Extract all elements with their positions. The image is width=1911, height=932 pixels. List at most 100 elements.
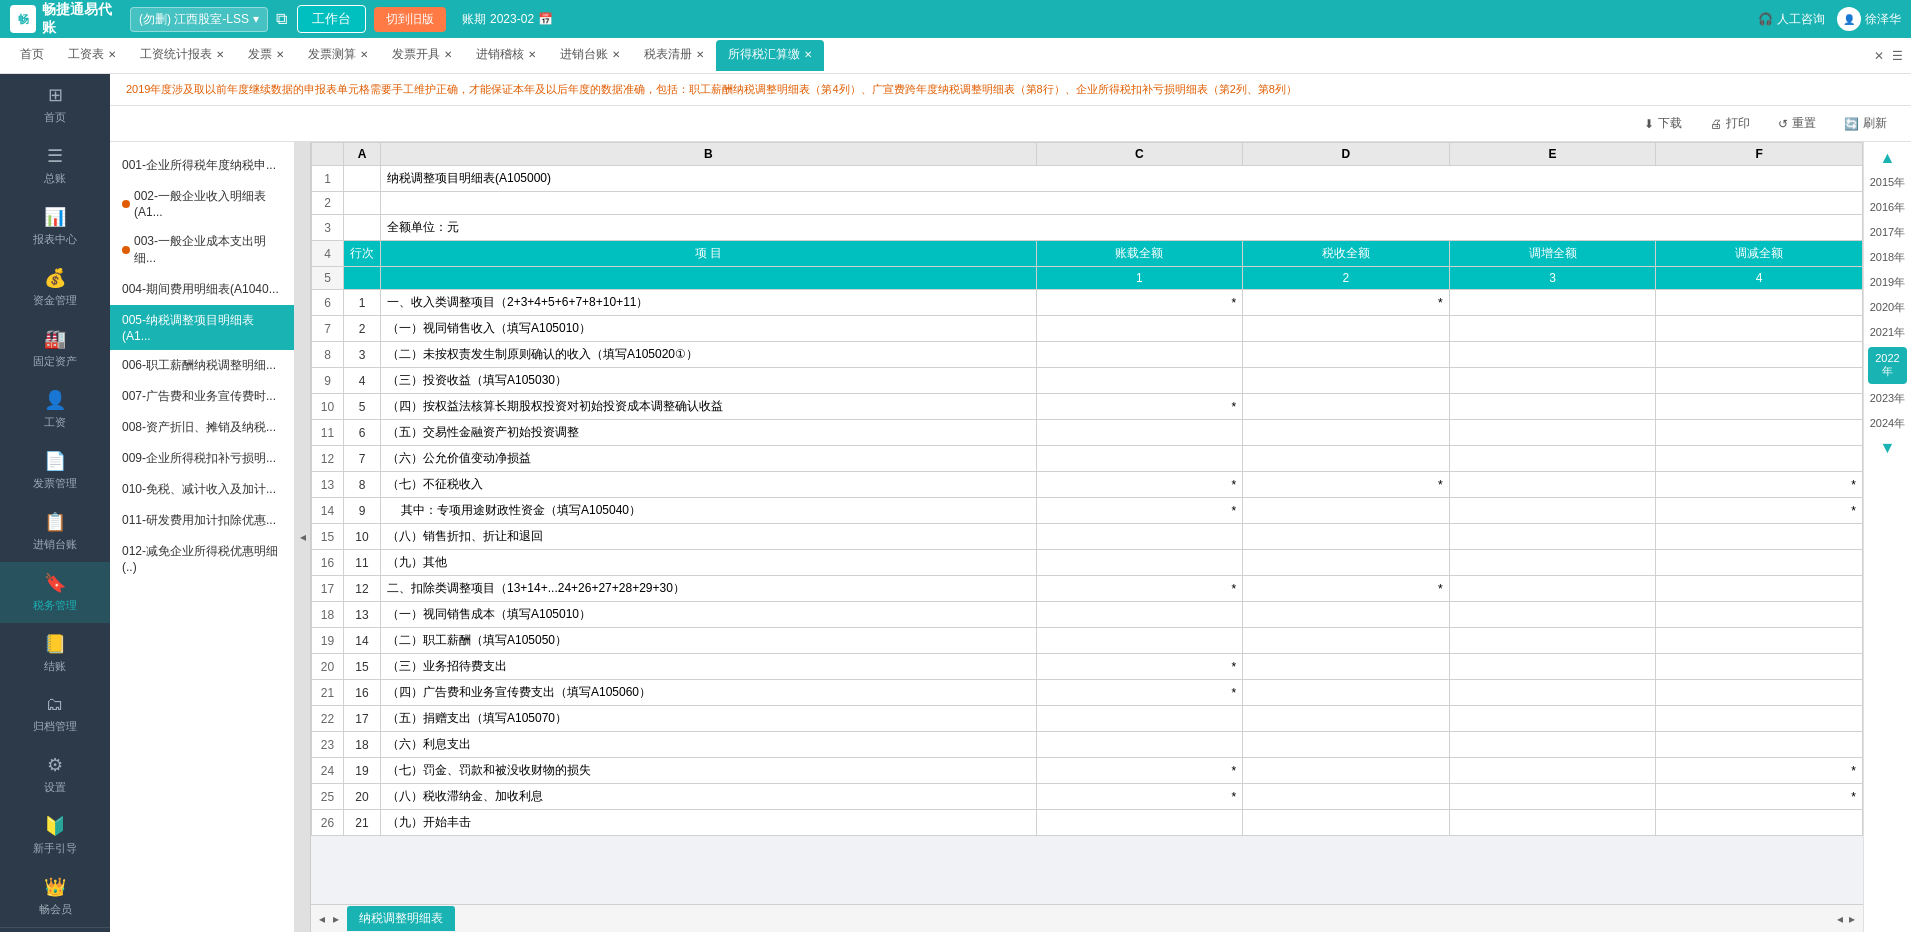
cell-f24[interactable]: * bbox=[1656, 758, 1863, 784]
cell-a14[interactable]: 9 bbox=[344, 498, 381, 524]
cell-d13[interactable]: * bbox=[1243, 472, 1450, 498]
cell-d8[interactable] bbox=[1243, 342, 1450, 368]
cell-c7[interactable] bbox=[1036, 316, 1243, 342]
company-select[interactable]: (勿删) 江西股室-LSS ▾ bbox=[130, 7, 268, 32]
nav-item-006[interactable]: 006-职工薪酬纳税调整明细... bbox=[110, 350, 294, 381]
cell-d19[interactable] bbox=[1243, 628, 1450, 654]
cell-b23[interactable]: （六）利息支出 bbox=[381, 732, 1037, 758]
nav-item-001[interactable]: 001-企业所得税年度纳税申... bbox=[110, 150, 294, 181]
cell-a19[interactable]: 14 bbox=[344, 628, 381, 654]
cell-e14[interactable] bbox=[1449, 498, 1656, 524]
cell-c25[interactable]: * bbox=[1036, 784, 1243, 810]
cell-a26[interactable]: 21 bbox=[344, 810, 381, 836]
switch-old-button[interactable]: 切到旧版 bbox=[374, 7, 446, 32]
tab-ledger[interactable]: 进销台账 ✕ bbox=[548, 40, 632, 71]
cell-d7[interactable] bbox=[1243, 316, 1450, 342]
tab-payroll-close[interactable]: ✕ bbox=[108, 49, 116, 60]
tab-payroll-report[interactable]: 工资统计报表 ✕ bbox=[128, 40, 236, 71]
sidebar-item-reports[interactable]: 📊 报表中心 bbox=[0, 196, 110, 257]
cell-c22[interactable] bbox=[1036, 706, 1243, 732]
cell-f23[interactable] bbox=[1656, 732, 1863, 758]
nav-item-010[interactable]: 010-免税、减计收入及加计... bbox=[110, 474, 294, 505]
tab-invoice[interactable]: 发票 ✕ bbox=[236, 40, 296, 71]
cell-d21[interactable] bbox=[1243, 680, 1450, 706]
cell-d11[interactable] bbox=[1243, 420, 1450, 446]
year-2023[interactable]: 2023年 bbox=[1864, 386, 1911, 411]
cell-f17[interactable] bbox=[1656, 576, 1863, 602]
cell-b8[interactable]: （二）未按权责发生制原则确认的收入（填写A105020①） bbox=[381, 342, 1037, 368]
sidebar-item-vip[interactable]: 👑 畅会员 bbox=[0, 866, 110, 927]
cell-c12[interactable] bbox=[1036, 446, 1243, 472]
sheet-scroll-left[interactable]: ◂ bbox=[1837, 912, 1843, 926]
cell-f20[interactable] bbox=[1656, 654, 1863, 680]
cell-d9[interactable] bbox=[1243, 368, 1450, 394]
cell-c13[interactable]: * bbox=[1036, 472, 1243, 498]
sheet-content[interactable]: A B C D E F 1 bbox=[311, 142, 1863, 904]
cell-f22[interactable] bbox=[1656, 706, 1863, 732]
sidebar-item-home[interactable]: ⊞ 首页 bbox=[0, 74, 110, 135]
cell-f19[interactable] bbox=[1656, 628, 1863, 654]
cell-e7[interactable] bbox=[1449, 316, 1656, 342]
user-area[interactable]: 👤 徐泽华 bbox=[1837, 7, 1901, 31]
nav-item-004[interactable]: 004-期间费用明细表(A1040... bbox=[110, 274, 294, 305]
tab-audit-close[interactable]: ✕ bbox=[528, 49, 536, 60]
cell-f12[interactable] bbox=[1656, 446, 1863, 472]
cell-e20[interactable] bbox=[1449, 654, 1656, 680]
cell-d22[interactable] bbox=[1243, 706, 1450, 732]
sidebar-item-tax[interactable]: 🔖 税务管理 bbox=[0, 562, 110, 623]
cell-e6[interactable] bbox=[1449, 290, 1656, 316]
year-2016[interactable]: 2016年 bbox=[1864, 195, 1911, 220]
year-2024[interactable]: 2024年 bbox=[1864, 411, 1911, 436]
prev-sheet-icon[interactable]: ◂ bbox=[319, 912, 325, 926]
cell-b21[interactable]: （四）广告费和业务宣传费支出（填写A105060） bbox=[381, 680, 1037, 706]
cell-b16[interactable]: （九）其他 bbox=[381, 550, 1037, 576]
cell-d25[interactable] bbox=[1243, 784, 1450, 810]
cell-f14[interactable]: * bbox=[1656, 498, 1863, 524]
cell-c19[interactable] bbox=[1036, 628, 1243, 654]
nav-item-005[interactable]: 005-纳税调整项目明细表(A1... bbox=[110, 305, 294, 350]
cell-a16[interactable]: 11 bbox=[344, 550, 381, 576]
tab-income-tax[interactable]: 所得税汇算缴 ✕ bbox=[716, 40, 824, 71]
nav-item-012[interactable]: 012-减免企业所得税优惠明细(..) bbox=[110, 536, 294, 581]
cell-b10[interactable]: （四）按权益法核算长期股权投资对初始投资成本调整确认收益 bbox=[381, 394, 1037, 420]
cell-d16[interactable] bbox=[1243, 550, 1450, 576]
cell-a2[interactable] bbox=[344, 192, 381, 215]
cell-a24[interactable]: 19 bbox=[344, 758, 381, 784]
tab-payroll[interactable]: 工资表 ✕ bbox=[56, 40, 128, 71]
sidebar-item-ledger[interactable]: ☰ 总账 bbox=[0, 135, 110, 196]
unpin-button[interactable]: ◂◂ 取消固定 bbox=[0, 927, 110, 932]
cell-f10[interactable] bbox=[1656, 394, 1863, 420]
cell-e17[interactable] bbox=[1449, 576, 1656, 602]
service-link[interactable]: 🎧 人工咨询 bbox=[1758, 11, 1825, 28]
cell-e18[interactable] bbox=[1449, 602, 1656, 628]
cell-b19[interactable]: （二）职工薪酬（填写A105050） bbox=[381, 628, 1037, 654]
cell-f6[interactable] bbox=[1656, 290, 1863, 316]
cell-f15[interactable] bbox=[1656, 524, 1863, 550]
cell-e21[interactable] bbox=[1449, 680, 1656, 706]
sheet-tab-tax-adjust[interactable]: 纳税调整明细表 bbox=[347, 906, 455, 931]
cell-e24[interactable] bbox=[1449, 758, 1656, 784]
cell-a20[interactable]: 15 bbox=[344, 654, 381, 680]
cell-e9[interactable] bbox=[1449, 368, 1656, 394]
tab-payroll-report-close[interactable]: ✕ bbox=[216, 49, 224, 60]
cell-f8[interactable] bbox=[1656, 342, 1863, 368]
cell-a1[interactable] bbox=[344, 166, 381, 192]
cell-e23[interactable] bbox=[1449, 732, 1656, 758]
tab-close-all-icon[interactable]: ✕ bbox=[1874, 49, 1884, 63]
cell-d6[interactable]: * bbox=[1243, 290, 1450, 316]
cell-a10[interactable]: 5 bbox=[344, 394, 381, 420]
cell-e19[interactable] bbox=[1449, 628, 1656, 654]
cell-b9[interactable]: （三）投资收益（填写A105030） bbox=[381, 368, 1037, 394]
tab-invoice-calc[interactable]: 发票测算 ✕ bbox=[296, 40, 380, 71]
sidebar-item-archive[interactable]: 🗂 归档管理 bbox=[0, 684, 110, 744]
cell-b26[interactable]: （九）开始丰击 bbox=[381, 810, 1037, 836]
cell-b2[interactable] bbox=[381, 192, 1863, 215]
cell-f9[interactable] bbox=[1656, 368, 1863, 394]
sidebar-item-purchase-sales[interactable]: 📋 进销台账 bbox=[0, 501, 110, 562]
cell-a3[interactable] bbox=[344, 215, 381, 241]
cell-f21[interactable] bbox=[1656, 680, 1863, 706]
sidebar-item-invoices[interactable]: 📄 发票管理 bbox=[0, 440, 110, 501]
sidebar-item-finance[interactable]: 💰 资金管理 bbox=[0, 257, 110, 318]
cell-d24[interactable] bbox=[1243, 758, 1450, 784]
cell-c16[interactable] bbox=[1036, 550, 1243, 576]
